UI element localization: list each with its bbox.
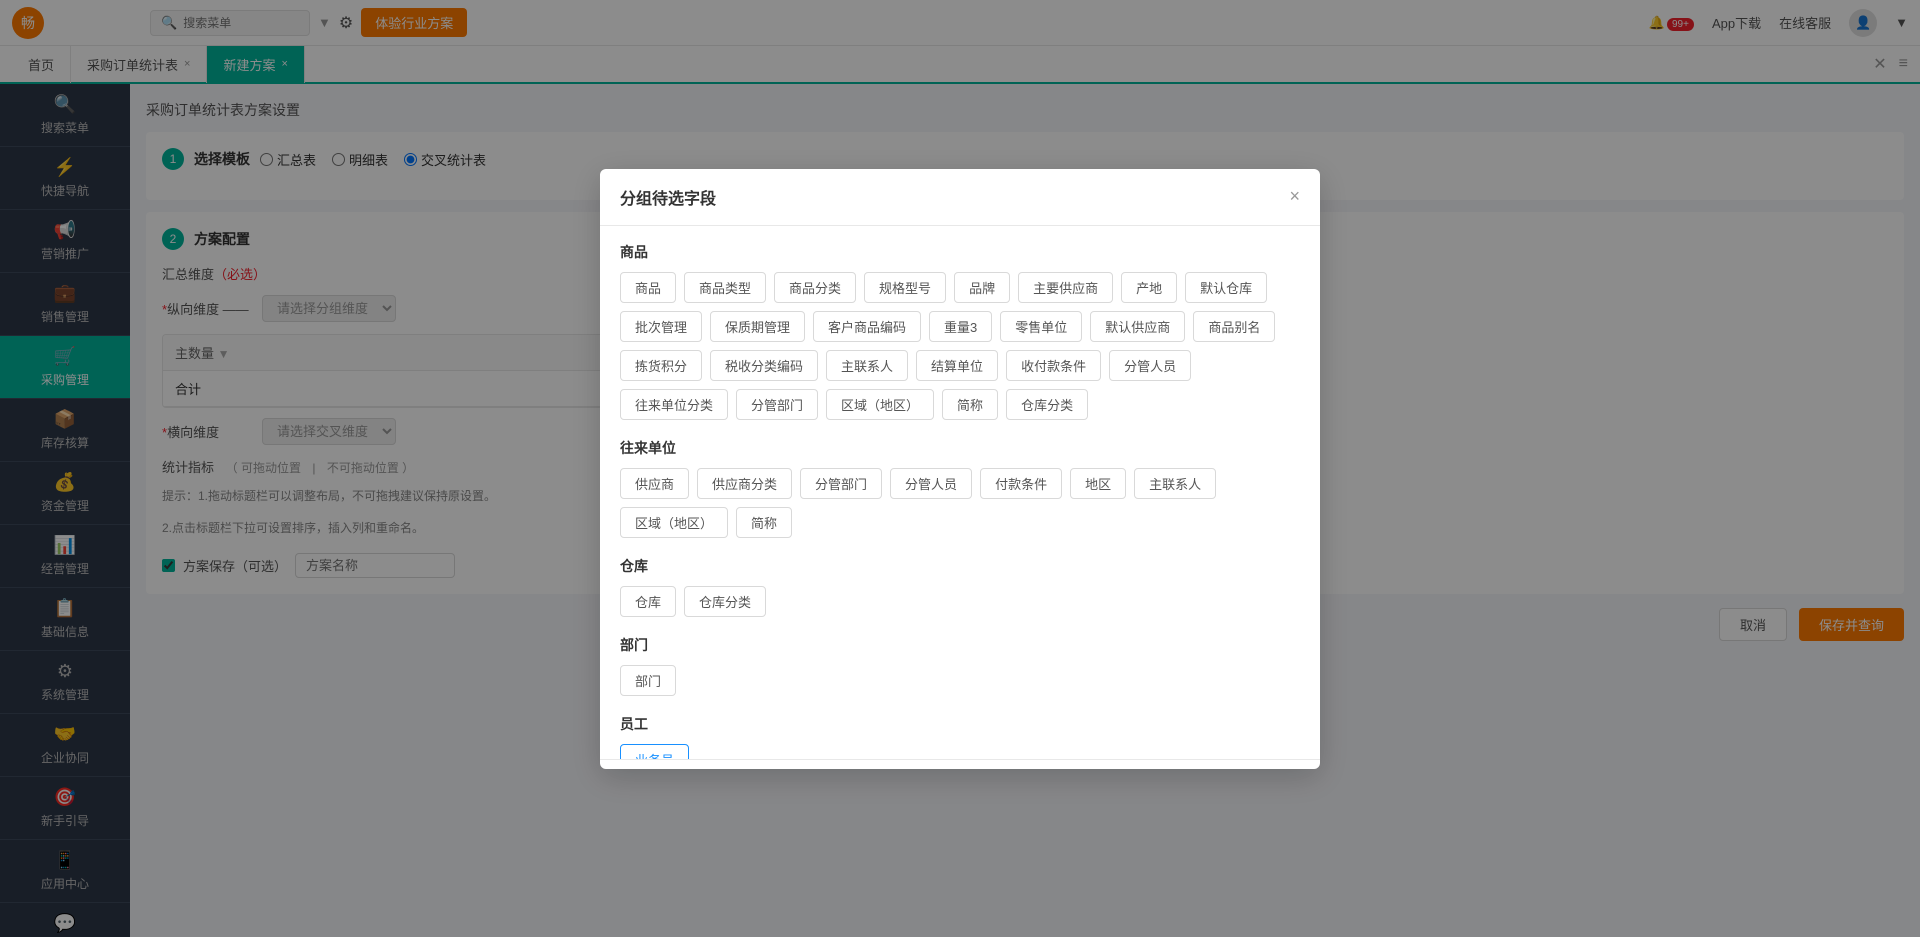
field-tag[interactable]: 收付款条件 xyxy=(1006,350,1101,381)
field-tag[interactable]: 商品 xyxy=(620,272,676,303)
field-tag[interactable]: 分管人员 xyxy=(1109,350,1191,381)
field-tag[interactable]: 零售单位 xyxy=(1000,311,1082,342)
field-group-partner: 往来单位 供应商 供应商分类 分管部门 分管人员 付款条件 地区 主联系人 区域… xyxy=(620,438,1300,538)
field-group-partner-title: 往来单位 xyxy=(620,438,1300,458)
field-tags-dept: 部门 xyxy=(620,665,1300,696)
field-tag[interactable]: 分管部门 xyxy=(736,389,818,420)
field-tag[interactable]: 税收分类编码 xyxy=(710,350,818,381)
field-tag[interactable]: 保质期管理 xyxy=(710,311,805,342)
modal-dialog: 分组待选字段 × 商品 商品 商品类型 商品分类 规格型号 品牌 主要供应商 产… xyxy=(600,169,1320,769)
modal-title: 分组待选字段 xyxy=(620,185,716,209)
field-tags-employee: 业务员 xyxy=(620,744,1300,760)
field-tag[interactable]: 批次管理 xyxy=(620,311,702,342)
field-tag[interactable]: 主要供应商 xyxy=(1018,272,1113,303)
field-tags-warehouse: 仓库 仓库分类 xyxy=(620,586,1300,617)
field-tag[interactable]: 简称 xyxy=(736,507,792,538)
field-group-dept-title: 部门 xyxy=(620,635,1300,655)
field-tag[interactable]: 简称 xyxy=(942,389,998,420)
field-tag[interactable]: 规格型号 xyxy=(864,272,946,303)
field-tag[interactable]: 仓库分类 xyxy=(1006,389,1088,420)
field-tags-goods: 商品 商品类型 商品分类 规格型号 品牌 主要供应商 产地 默认仓库 批次管理 … xyxy=(620,272,1300,420)
field-tag[interactable]: 区域（地区） xyxy=(620,507,728,538)
field-tag[interactable]: 商品类型 xyxy=(684,272,766,303)
field-tag-employee[interactable]: 业务员 xyxy=(620,744,689,760)
field-tag[interactable]: 客户商品编码 xyxy=(813,311,921,342)
field-tag[interactable]: 分管部门 xyxy=(800,468,882,499)
field-tag[interactable]: 仓库分类 xyxy=(684,586,766,617)
field-group-dept: 部门 部门 xyxy=(620,635,1300,696)
modal-body[interactable]: 商品 商品 商品类型 商品分类 规格型号 品牌 主要供应商 产地 默认仓库 批次… xyxy=(600,226,1320,760)
field-group-employee-title: 员工 xyxy=(620,714,1300,734)
modal-overlay: 分组待选字段 × 商品 商品 商品类型 商品分类 规格型号 品牌 主要供应商 产… xyxy=(0,0,1920,937)
field-tag[interactable]: 结算单位 xyxy=(916,350,998,381)
field-group-employee: 员工 业务员 xyxy=(620,714,1300,760)
field-tag[interactable]: 商品分类 xyxy=(774,272,856,303)
field-tag[interactable]: 商品别名 xyxy=(1193,311,1275,342)
modal-header: 分组待选字段 × xyxy=(600,169,1320,226)
hscroll-inner xyxy=(600,760,1320,761)
field-tag[interactable]: 产地 xyxy=(1121,272,1177,303)
field-tag[interactable]: 供应商 xyxy=(620,468,689,499)
field-group-goods-title: 商品 xyxy=(620,242,1300,262)
field-tags-partner: 供应商 供应商分类 分管部门 分管人员 付款条件 地区 主联系人 区域（地区） … xyxy=(620,468,1300,538)
field-tag[interactable]: 地区 xyxy=(1070,468,1126,499)
field-tag[interactable]: 默认供应商 xyxy=(1090,311,1185,342)
field-tag[interactable]: 付款条件 xyxy=(980,468,1062,499)
field-tag[interactable]: 主联系人 xyxy=(826,350,908,381)
field-group-goods: 商品 商品 商品类型 商品分类 规格型号 品牌 主要供应商 产地 默认仓库 批次… xyxy=(620,242,1300,420)
field-tag[interactable]: 默认仓库 xyxy=(1185,272,1267,303)
field-tag[interactable]: 供应商分类 xyxy=(697,468,792,499)
field-tag[interactable]: 区域（地区） xyxy=(826,389,934,420)
field-tag[interactable]: 往来单位分类 xyxy=(620,389,728,420)
field-group-warehouse-title: 仓库 xyxy=(620,556,1300,576)
field-group-warehouse: 仓库 仓库 仓库分类 xyxy=(620,556,1300,617)
modal-close-button[interactable]: × xyxy=(1289,186,1300,207)
field-tag[interactable]: 分管人员 xyxy=(890,468,972,499)
field-tag[interactable]: 仓库 xyxy=(620,586,676,617)
field-tag[interactable]: 主联系人 xyxy=(1134,468,1216,499)
field-tag[interactable]: 部门 xyxy=(620,665,676,696)
modal-horizontal-scrollbar[interactable] xyxy=(600,759,1320,768)
field-tag[interactable]: 拣货积分 xyxy=(620,350,702,381)
field-tag[interactable]: 品牌 xyxy=(954,272,1010,303)
field-tag[interactable]: 重量3 xyxy=(929,311,992,342)
